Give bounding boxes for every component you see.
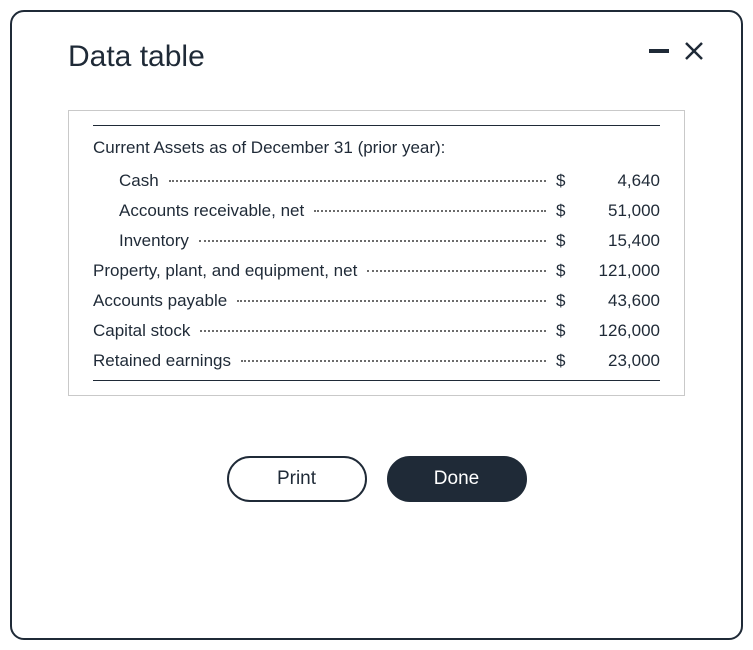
table-row: Accounts payable $ 43,600 <box>93 286 660 316</box>
table-row: Inventory $ 15,400 <box>93 226 660 256</box>
row-amount: 126,000 <box>580 321 660 341</box>
table-row: Accounts receivable, net $ 51,000 <box>93 196 660 226</box>
table-heading: Current Assets as of December 31 (prior … <box>93 134 660 166</box>
leader-dots <box>200 330 546 332</box>
row-amount: 43,600 <box>580 291 660 311</box>
modal-header: Data table <box>48 40 705 74</box>
done-button[interactable]: Done <box>387 456 527 502</box>
leader-dots <box>241 360 546 362</box>
row-amount: 51,000 <box>580 201 660 221</box>
leader-dots <box>169 180 546 182</box>
table-row: Cash $ 4,640 <box>93 166 660 196</box>
table-frame: Current Assets as of December 31 (prior … <box>68 110 685 396</box>
leader-dots <box>314 210 546 212</box>
leader-dots <box>367 270 546 272</box>
row-currency: $ <box>556 171 574 191</box>
data-table-modal: Data table Current Assets as of December… <box>10 10 743 640</box>
row-label: Retained earnings <box>93 351 231 371</box>
row-amount: 4,640 <box>580 171 660 191</box>
row-label: Capital stock <box>93 321 190 341</box>
row-label: Accounts payable <box>93 291 227 311</box>
row-label: Property, plant, and equipment, net <box>93 261 357 281</box>
row-amount: 15,400 <box>580 231 660 251</box>
row-label: Inventory <box>93 231 189 251</box>
button-row: Print Done <box>48 456 705 502</box>
table-inner: Current Assets as of December 31 (prior … <box>93 125 660 381</box>
row-currency: $ <box>556 321 574 341</box>
row-currency: $ <box>556 231 574 251</box>
close-icon[interactable] <box>683 40 705 62</box>
print-button[interactable]: Print <box>227 456 367 502</box>
leader-dots <box>199 240 546 242</box>
table-row: Property, plant, and equipment, net $ 12… <box>93 256 660 286</box>
window-controls <box>649 40 705 62</box>
row-amount: 121,000 <box>580 261 660 281</box>
row-currency: $ <box>556 291 574 311</box>
modal-title: Data table <box>48 40 205 74</box>
table-row: Retained earnings $ 23,000 <box>93 346 660 376</box>
minimize-icon[interactable] <box>649 49 669 53</box>
row-label: Accounts receivable, net <box>93 201 304 221</box>
row-label: Cash <box>93 171 159 191</box>
leader-dots <box>237 300 546 302</box>
row-currency: $ <box>556 351 574 371</box>
row-amount: 23,000 <box>580 351 660 371</box>
row-currency: $ <box>556 261 574 281</box>
row-currency: $ <box>556 201 574 221</box>
table-row: Capital stock $ 126,000 <box>93 316 660 346</box>
